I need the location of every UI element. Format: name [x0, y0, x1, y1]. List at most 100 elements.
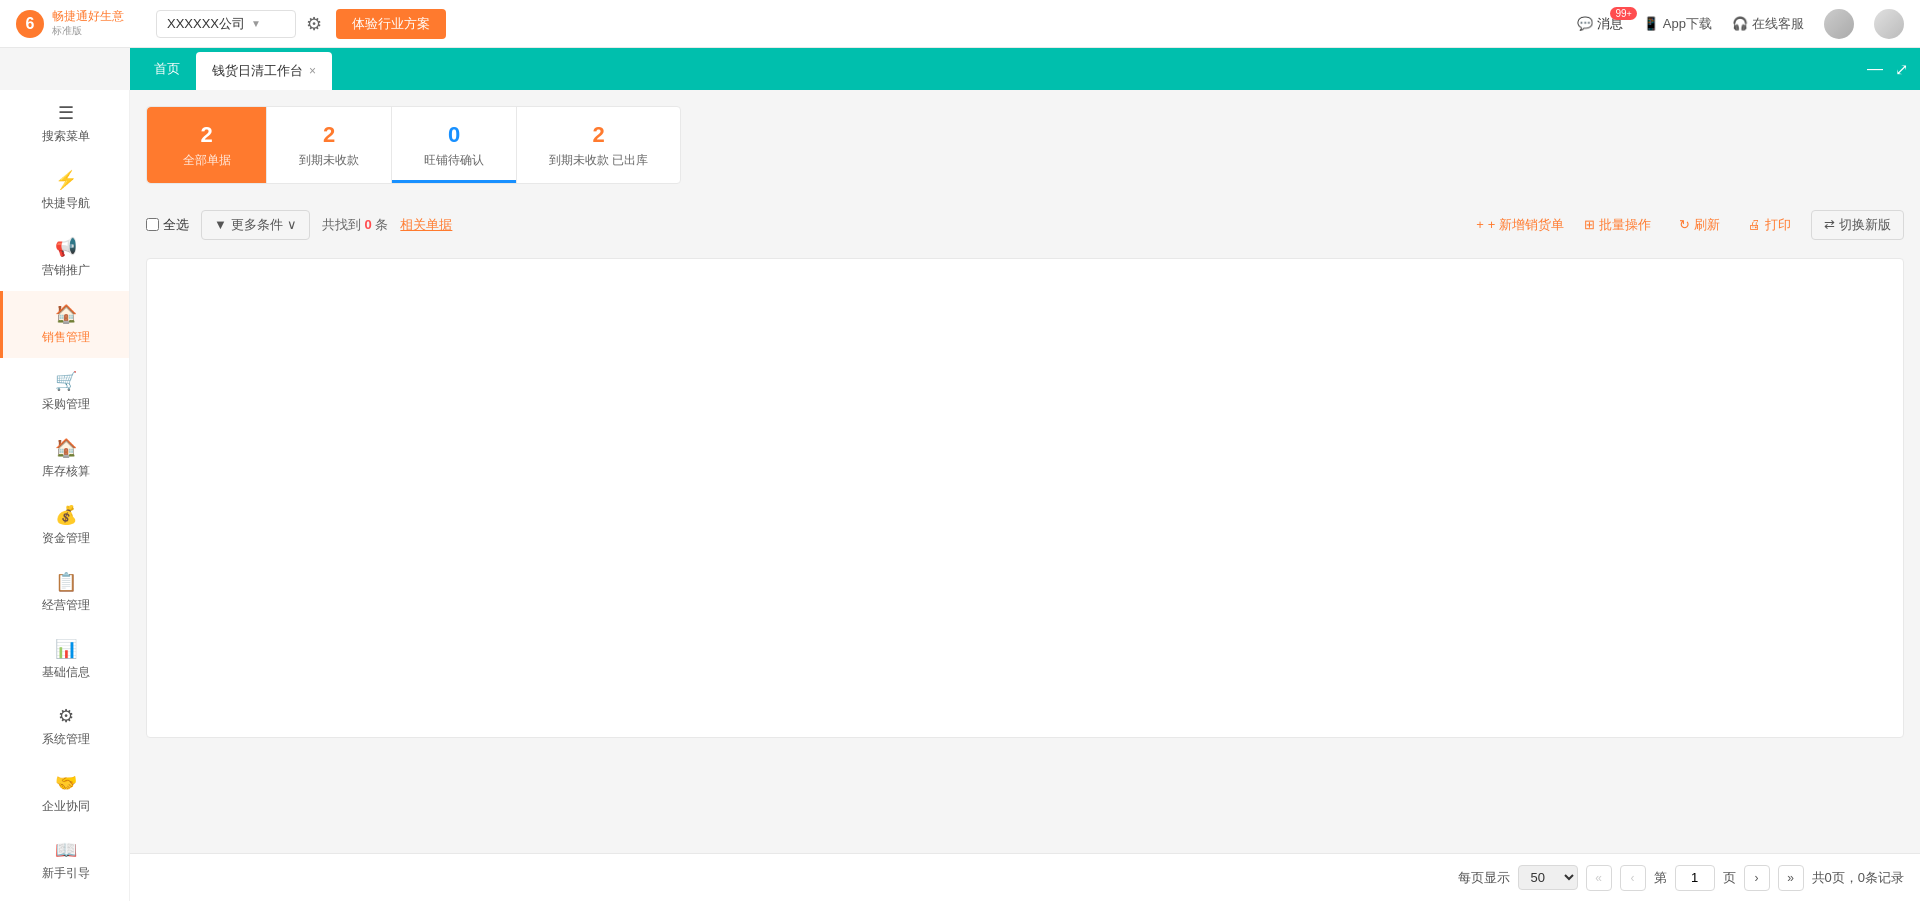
plus-icon: +	[1476, 217, 1484, 232]
sidebar-label-guide: 新手引导	[42, 865, 90, 882]
sidebar-item-marketing[interactable]: 📢 营销推广	[0, 224, 129, 291]
avatar[interactable]	[1824, 9, 1854, 39]
print-button[interactable]: 🖨 打印	[1740, 211, 1799, 239]
sidebar-label-quick-nav: 快捷导航	[42, 195, 90, 212]
trial-button[interactable]: 体验行业方案	[336, 9, 446, 39]
sidebar-item-quick-nav[interactable]: ⚡ 快捷导航	[0, 157, 129, 224]
marketing-icon: 📢	[55, 236, 77, 258]
headset-icon: 🎧	[1732, 16, 1748, 31]
print-icon: 🖨	[1748, 217, 1761, 232]
tab-collapse-button[interactable]: —	[1863, 56, 1887, 82]
stat-card-due-unshipped[interactable]: 2 到期未收款 已出库	[517, 107, 680, 183]
filter-chevron-icon: ∨	[287, 217, 297, 232]
message-area[interactable]: 💬 消息 99+	[1577, 15, 1623, 33]
tab-qianghuo[interactable]: 钱货日清工作台 ×	[196, 52, 332, 90]
page-suffix: 页	[1723, 869, 1736, 887]
stat-card-pending[interactable]: 0 旺铺待确认	[392, 107, 517, 183]
filter-button[interactable]: ▼ 更多条件 ∨	[201, 210, 310, 240]
stat-number-pending: 0	[424, 121, 484, 150]
sidebar-item-purchase[interactable]: 🛒 采购管理	[0, 358, 129, 425]
tab-home[interactable]: 首页	[138, 48, 196, 90]
tab-expand-button[interactable]: ⤢	[1891, 56, 1912, 83]
base-info-icon: 📊	[55, 638, 77, 660]
select-all-checkbox-label[interactable]: 全选	[146, 216, 189, 234]
company-dropdown-arrow: ▼	[251, 18, 261, 29]
page-label: 第	[1654, 869, 1667, 887]
sidebar-item-operations[interactable]: 📋 经营管理	[0, 559, 129, 626]
stat-label-pending: 旺铺待确认	[424, 152, 484, 169]
company-selector[interactable]: XXXXXX公司 ▼	[156, 10, 296, 38]
message-badge: 99+	[1610, 7, 1636, 20]
sidebar-label-marketing: 营销推广	[42, 262, 90, 279]
sidebar-item-app-center[interactable]: 📦 应用中心	[0, 894, 129, 901]
stat-card-underline	[392, 180, 516, 183]
switch-version-button[interactable]: ⇄ 切换新版	[1811, 210, 1904, 240]
page-number-input[interactable]	[1675, 865, 1715, 891]
tab-actions: — ⤢	[1863, 56, 1912, 83]
stat-card-all[interactable]: 2 全部单据	[147, 107, 267, 183]
sidebar-label-base-info: 基础信息	[42, 664, 90, 681]
stat-label-due-unpaid: 到期未收款	[299, 152, 359, 169]
related-orders-link[interactable]: 相关单据	[400, 216, 452, 234]
sidebar-item-guide[interactable]: 📖 新手引导	[0, 827, 129, 894]
stat-number-all: 2	[179, 121, 234, 150]
logo-area: 6 畅捷通好生意 标准版	[16, 9, 146, 39]
result-text: 共找到 0 条	[322, 216, 388, 234]
toolbar: 全选 ▼ 更多条件 ∨ 共找到 0 条 相关单据 + + 新增销货单	[146, 200, 1904, 250]
sidebar-item-enterprise[interactable]: 🤝 企业协同	[0, 760, 129, 827]
sidebar-item-search-menu[interactable]: ☰ 搜索菜单	[0, 90, 129, 157]
message-icon: 💬	[1577, 16, 1593, 31]
capital-icon: 💰	[55, 504, 77, 526]
sidebar-item-base-info[interactable]: 📊 基础信息	[0, 626, 129, 693]
per-page-label: 每页显示	[1458, 869, 1510, 887]
tab-close-icon[interactable]: ×	[309, 64, 316, 78]
switch-icon: ⇄	[1824, 217, 1835, 232]
search-menu-icon: ☰	[58, 102, 74, 124]
sidebar-label-enterprise: 企业协同	[42, 798, 90, 815]
topbar-right: 💬 消息 99+ 📱 App下载 🎧 在线客服	[1577, 9, 1904, 39]
new-order-button[interactable]: + + 新增销货单	[1476, 216, 1564, 234]
filter-icon: ▼	[214, 217, 227, 232]
logo-sub: 标准版	[52, 24, 124, 38]
company-name: XXXXXX公司	[167, 15, 245, 33]
online-service[interactable]: 🎧 在线客服	[1732, 15, 1804, 33]
stat-label-due-unshipped: 到期未收款 已出库	[549, 152, 648, 169]
per-page-select[interactable]: 50 100 200	[1518, 865, 1578, 890]
enterprise-icon: 🤝	[55, 772, 77, 794]
batch-op-button[interactable]: ⊞ 批量操作	[1576, 211, 1659, 239]
sidebar: ☰ 搜索菜单 ⚡ 快捷导航 📢 营销推广 🏠 销售管理 🛒 采购管理 🏠 库存核…	[0, 90, 130, 901]
sidebar-item-capital[interactable]: 💰 资金管理	[0, 492, 129, 559]
sidebar-item-sales[interactable]: 🏠 销售管理	[0, 291, 129, 358]
stat-card-due-unpaid[interactable]: 2 到期未收款	[267, 107, 392, 183]
refresh-icon: ↻	[1679, 217, 1690, 232]
app-download[interactable]: 📱 App下载	[1643, 15, 1712, 33]
batch-icon: ⊞	[1584, 217, 1595, 232]
toolbar-right: + + 新增销货单 ⊞ 批量操作 ↻ 刷新 🖨 打印 ⇄ 切换新版	[1476, 210, 1904, 240]
avatar-secondary[interactable]	[1874, 9, 1904, 39]
main-content: 2 全部单据 2 到期未收款 0 旺铺待确认 2 到期未收款 已出库	[130, 90, 1920, 901]
next-page-button[interactable]: ›	[1744, 865, 1770, 891]
toolbar-left: 全选 ▼ 更多条件 ∨ 共找到 0 条 相关单据	[146, 210, 452, 240]
purchase-icon: 🛒	[55, 370, 77, 392]
result-count: 0	[365, 217, 372, 232]
sidebar-item-system[interactable]: ⚙ 系统管理	[0, 693, 129, 760]
stat-number-due-unshipped: 2	[549, 121, 648, 150]
settings-icon[interactable]: ⚙	[306, 13, 322, 35]
sidebar-item-inventory[interactable]: 🏠 库存核算	[0, 425, 129, 492]
sidebar-label-capital: 资金管理	[42, 530, 90, 547]
sales-icon: 🏠	[55, 303, 77, 325]
sidebar-label-operations: 经营管理	[42, 597, 90, 614]
system-icon: ⚙	[58, 705, 74, 727]
table-empty-state	[147, 259, 1903, 737]
first-page-button[interactable]: «	[1586, 865, 1612, 891]
select-all-checkbox[interactable]	[146, 218, 159, 231]
pagination-summary: 共0页，0条记录	[1812, 869, 1904, 887]
sidebar-label-inventory: 库存核算	[42, 463, 90, 480]
layout: ☰ 搜索菜单 ⚡ 快捷导航 📢 营销推广 🏠 销售管理 🛒 采购管理 🏠 库存核…	[0, 90, 1920, 901]
sidebar-label-search-menu: 搜索菜单	[42, 128, 90, 145]
stat-label-all: 全部单据	[179, 152, 234, 169]
last-page-button[interactable]: »	[1778, 865, 1804, 891]
refresh-button[interactable]: ↻ 刷新	[1671, 211, 1728, 239]
prev-page-button[interactable]: ‹	[1620, 865, 1646, 891]
sidebar-label-sales: 销售管理	[42, 329, 90, 346]
